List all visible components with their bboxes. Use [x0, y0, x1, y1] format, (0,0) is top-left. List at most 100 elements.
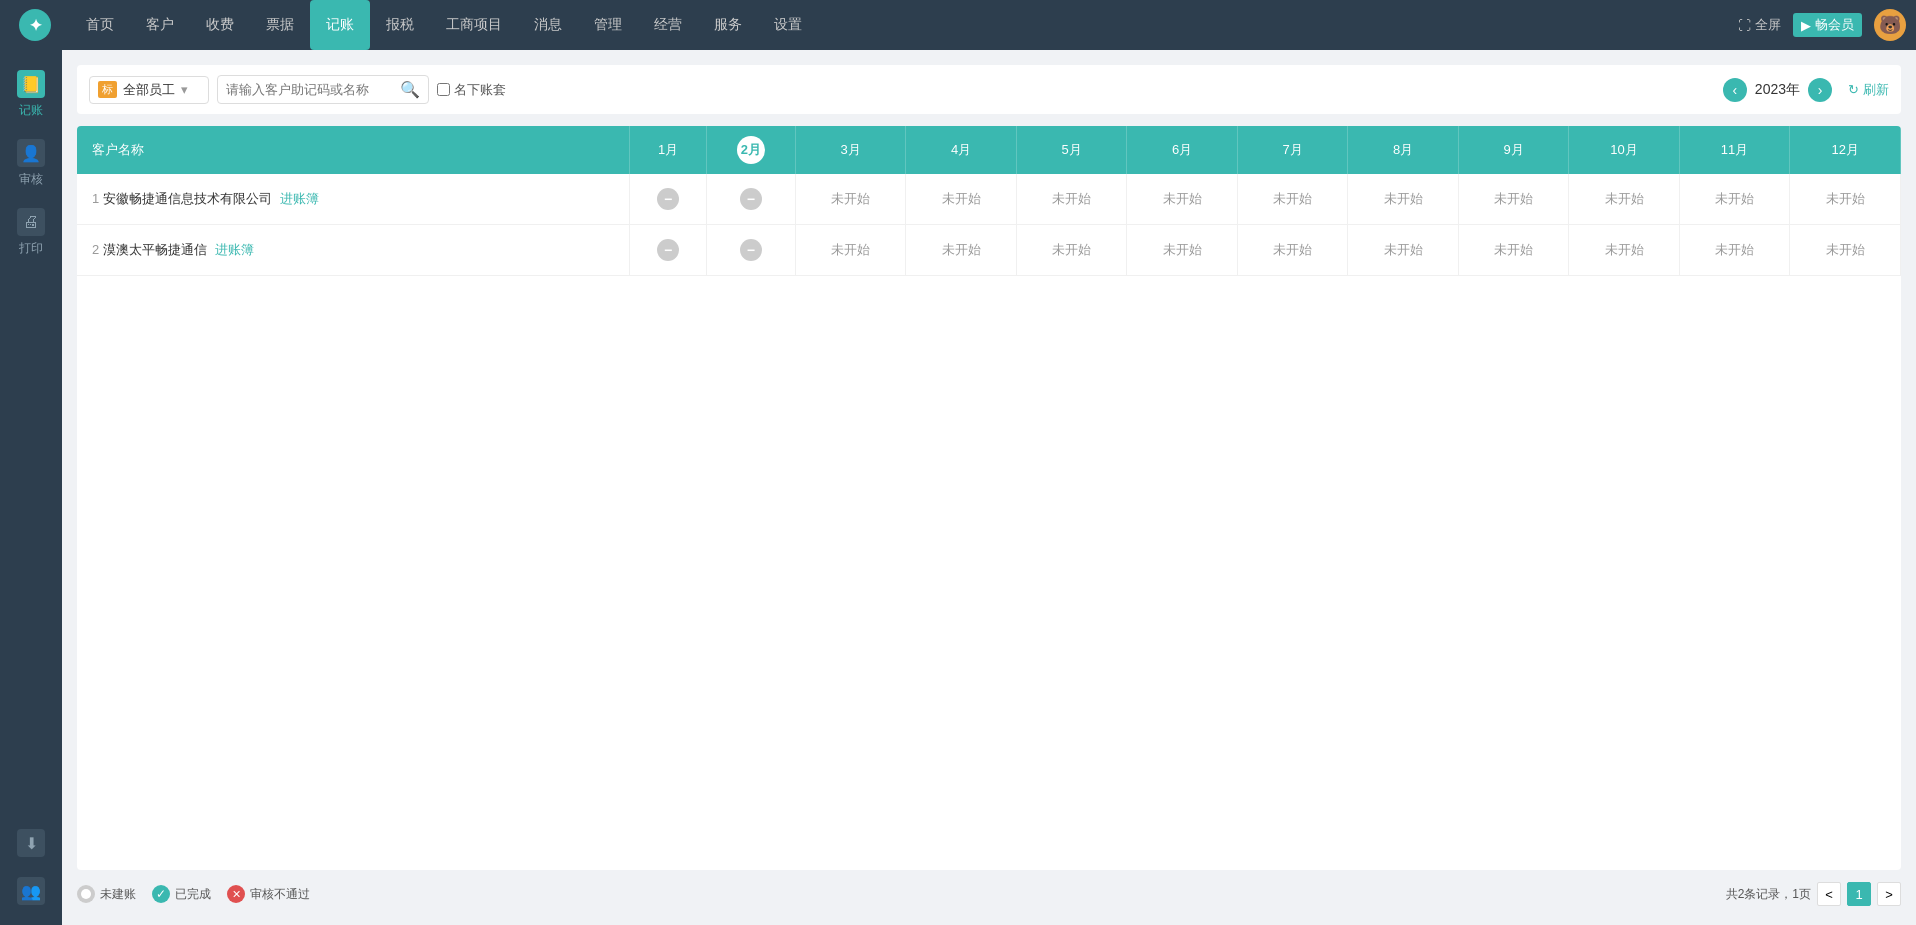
- main-content: 标 全部员工 ▾ 🔍 名下账套 ‹ 2023年 › ↻ 刷新 客户名称: [62, 50, 1916, 925]
- prev-year-button[interactable]: ‹: [1723, 78, 1747, 102]
- month-cell-8: 未开始: [1348, 225, 1459, 276]
- table-row: 2漠澳太平畅捷通信进账簿 − − 未开始 未开始 未开始 未开始 未开始 未开始 未开始 未开始 未开…: [77, 225, 1901, 276]
- pagination: 共2条记录，1页 < 1 >: [1726, 882, 1901, 906]
- status-dash-icon: −: [740, 239, 762, 261]
- search-input-wrap: 🔍: [217, 75, 429, 104]
- vip-icon: ▶: [1801, 18, 1811, 33]
- data-table: 客户名称 1月 2月 3月 4月 5月 6月 7月 8月 9月 10月 11月 …: [77, 126, 1901, 276]
- col-header-jul: 7月: [1237, 126, 1348, 174]
- table-container: 客户名称 1月 2月 3月 4月 5月 6月 7月 8月 9月 10月 11月 …: [77, 126, 1901, 870]
- not-started-status: 未开始: [1163, 242, 1202, 257]
- search-icon[interactable]: 🔍: [400, 80, 420, 99]
- month-cell-10: 未开始: [1569, 225, 1680, 276]
- nav-service[interactable]: 服务: [698, 0, 758, 50]
- nav-settings[interactable]: 设置: [758, 0, 818, 50]
- col-header-dec: 12月: [1790, 126, 1901, 174]
- status-dash-icon: −: [657, 239, 679, 261]
- employee-select[interactable]: 标 全部员工 ▾: [89, 76, 209, 104]
- legend-not-started-label: 未建账: [100, 886, 136, 903]
- search-input[interactable]: [226, 82, 396, 97]
- enter-link[interactable]: 进账簿: [215, 242, 254, 257]
- not-started-status: 未开始: [1494, 191, 1533, 206]
- month-cell-6: 未开始: [1127, 174, 1238, 225]
- prev-page-button[interactable]: <: [1817, 882, 1841, 906]
- print-icon: 🖨: [17, 208, 45, 236]
- enter-link[interactable]: 进账簿: [280, 191, 319, 206]
- col-header-may: 5月: [1016, 126, 1127, 174]
- next-year-button[interactable]: ›: [1808, 78, 1832, 102]
- nav-bookkeeping[interactable]: 记账: [310, 0, 370, 50]
- tag-icon: 标: [98, 81, 117, 98]
- month-cell-4: 未开始: [906, 225, 1017, 276]
- not-started-status: 未开始: [1826, 191, 1865, 206]
- col-header-feb: 2月: [707, 126, 796, 174]
- col-header-apr: 4月: [906, 126, 1017, 174]
- sidebar-review-label: 审核: [19, 171, 43, 188]
- month-cell-2[interactable]: −: [707, 174, 796, 225]
- fullscreen-icon: ⛶: [1738, 18, 1751, 33]
- sidebar-item-download[interactable]: ⬇: [17, 819, 45, 867]
- not-started-status: 未开始: [1273, 242, 1312, 257]
- month-cell-10: 未开始: [1569, 174, 1680, 225]
- not-started-status: 未开始: [1605, 242, 1644, 257]
- toolbar: 标 全部员工 ▾ 🔍 名下账套 ‹ 2023年 › ↻ 刷新: [77, 65, 1901, 114]
- sidebar-item-print[interactable]: 🖨 打印: [0, 198, 62, 267]
- sidebar-item-bookkeeping[interactable]: 📒 记账: [0, 60, 62, 129]
- not-started-status: 未开始: [831, 242, 870, 257]
- month-cell-1[interactable]: −: [630, 225, 707, 276]
- month-cell-3: 未开始: [795, 174, 906, 225]
- nav-business[interactable]: 工商项目: [430, 0, 518, 50]
- month-cell-8: 未开始: [1348, 174, 1459, 225]
- not-started-status: 未开始: [1273, 191, 1312, 206]
- refresh-button[interactable]: ↻ 刷新: [1848, 81, 1889, 99]
- not-started-status: 未开始: [942, 242, 981, 257]
- footer: 未建账 ✓ 已完成 ✕ 审核不通过 共2条记录，1页 < 1 >: [77, 870, 1901, 910]
- nav-operation[interactable]: 经营: [638, 0, 698, 50]
- nav-message[interactable]: 消息: [518, 0, 578, 50]
- not-started-status: 未开始: [1605, 191, 1644, 206]
- nav-invoice[interactable]: 票据: [250, 0, 310, 50]
- avatar[interactable]: 🐻: [1874, 9, 1906, 41]
- legend-dot-grey: [77, 885, 95, 903]
- client-name: 安徽畅捷通信息技术有限公司: [103, 191, 272, 206]
- month-cell-11: 未开始: [1679, 225, 1790, 276]
- sidebar-item-review[interactable]: 👤 审核: [0, 129, 62, 198]
- refresh-icon: ↻: [1848, 82, 1859, 97]
- not-started-status: 未开始: [1052, 191, 1091, 206]
- fullscreen-button[interactable]: ⛶ 全屏: [1738, 16, 1781, 34]
- client-name-cell: 2漠澳太平畅捷通信进账簿: [77, 225, 630, 276]
- sidebar-item-users[interactable]: 👥: [17, 867, 45, 915]
- col-header-jun: 6月: [1127, 126, 1238, 174]
- col-header-sep: 9月: [1458, 126, 1569, 174]
- mine-checkbox[interactable]: [437, 83, 450, 96]
- nav-client[interactable]: 客户: [130, 0, 190, 50]
- month-cell-2[interactable]: −: [707, 225, 796, 276]
- current-page-button[interactable]: 1: [1847, 882, 1871, 906]
- fullscreen-label: 全屏: [1755, 16, 1781, 34]
- mine-checkbox-label[interactable]: 名下账套: [437, 81, 506, 99]
- legend-not-started: 未建账: [77, 885, 136, 903]
- col-header-nov: 11月: [1679, 126, 1790, 174]
- next-page-button[interactable]: >: [1877, 882, 1901, 906]
- nav-home[interactable]: 首页: [70, 0, 130, 50]
- nav-fee[interactable]: 收费: [190, 0, 250, 50]
- sidebar-bookkeeping-label: 记账: [19, 102, 43, 119]
- month-cell-5: 未开始: [1016, 225, 1127, 276]
- col-header-name: 客户名称: [77, 126, 630, 174]
- vip-button[interactable]: ▶ 畅会员: [1793, 13, 1862, 37]
- not-started-status: 未开始: [1384, 242, 1423, 257]
- nav-tax[interactable]: 报税: [370, 0, 430, 50]
- legend-dot-teal: ✓: [152, 885, 170, 903]
- top-nav: ✦ 首页 客户 收费 票据 记账 报税 工商项目 消息 管理 经营 服务 设置 …: [0, 0, 1916, 50]
- col-header-aug: 8月: [1348, 126, 1459, 174]
- month-cell-1[interactable]: −: [630, 174, 707, 225]
- table-row: 1安徽畅捷通信息技术有限公司进账簿−−未开始未开始未开始未开始未开始未开始未开始…: [77, 174, 1901, 225]
- row-index: 2: [92, 242, 99, 257]
- status-dash-icon: −: [657, 188, 679, 210]
- legend-completed: ✓ 已完成: [152, 885, 211, 903]
- pagination-total: 共2条记录，1页: [1726, 886, 1811, 903]
- nav-manage[interactable]: 管理: [578, 0, 638, 50]
- not-started-status: 未开始: [1826, 242, 1865, 257]
- col-header-jan: 1月: [630, 126, 707, 174]
- month-cell-3: 未开始: [795, 225, 906, 276]
